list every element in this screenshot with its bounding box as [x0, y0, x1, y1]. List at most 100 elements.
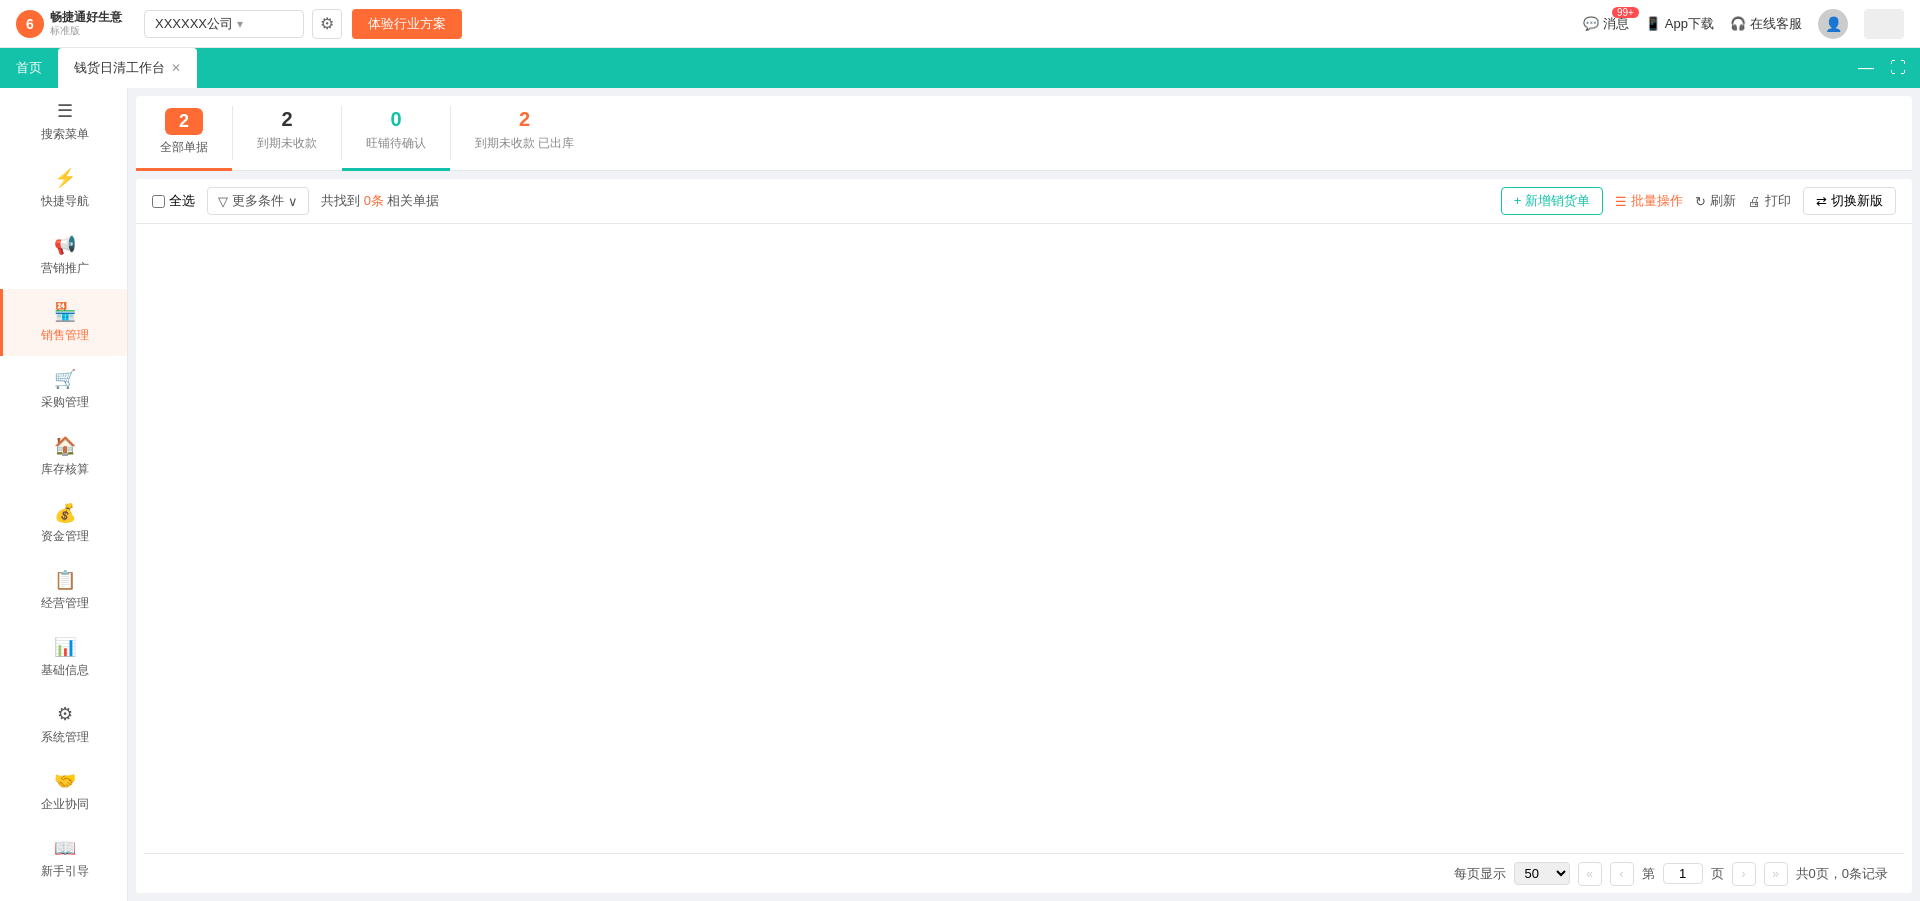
app-download-button[interactable]: 📱 App下载 [1645, 15, 1714, 33]
stat-tab-shipped[interactable]: 2 到期未收款 已出库 [451, 96, 598, 170]
logo-title: 畅捷通好生意 [50, 10, 122, 24]
sidebar-item-sales[interactable]: 🏪 销售管理 [0, 289, 127, 356]
sidebar-item-marketing-label: 营销推广 [41, 260, 89, 277]
select-all-checkbox[interactable]: 全选 [152, 192, 195, 210]
sidebar: ☰ 搜索菜单 ⚡ 快捷导航 📢 营销推广 🏪 销售管理 🛒 采购管理 🏠 库存核… [0, 88, 128, 901]
stat-shipped-num: 2 [475, 108, 574, 131]
sidebar-item-guide[interactable]: 📖 新手引导 [0, 825, 127, 892]
sidebar-item-inventory-label: 库存核算 [41, 461, 89, 478]
tab-home[interactable]: 首页 [0, 48, 58, 88]
batch-label: 批量操作 [1631, 192, 1683, 210]
per-page-select[interactable]: 50 10 20 100 [1514, 862, 1570, 885]
chevron-filter-icon: ∨ [288, 194, 298, 209]
sidebar-item-marketing[interactable]: 📢 营销推广 [0, 222, 127, 289]
batch-icon: ☰ [1615, 194, 1627, 209]
logo-subtitle: 标准版 [50, 25, 122, 37]
select-all-input[interactable] [152, 195, 165, 208]
sidebar-item-inventory[interactable]: 🏠 库存核算 [0, 423, 127, 490]
sidebar-item-operations-label: 经营管理 [41, 595, 89, 612]
sales-icon: 🏪 [54, 301, 76, 323]
sidebar-item-quicknav-label: 快捷导航 [41, 193, 89, 210]
sidebar-item-operations[interactable]: 📋 经营管理 [0, 557, 127, 624]
avatar[interactable]: 👤 [1818, 9, 1848, 39]
company-name: XXXXXX公司 [155, 15, 233, 33]
print-button[interactable]: 🖨 打印 [1748, 192, 1791, 210]
next-page-button[interactable]: › [1732, 862, 1756, 886]
first-page-button[interactable]: « [1578, 862, 1602, 886]
user-extra [1864, 9, 1904, 39]
logo-icon: 6 [16, 10, 44, 38]
experience-button[interactable]: 体验行业方案 [352, 9, 462, 39]
tab-qianghuo[interactable]: 钱货日清工作台 ✕ [58, 48, 197, 88]
found-count: 0条 [364, 193, 384, 208]
online-service-button[interactable]: 🎧 在线客服 [1730, 15, 1802, 33]
more-filter-button[interactable]: ▽ 更多条件 ∨ [207, 187, 309, 215]
new-sales-button[interactable]: + 新增销货单 [1501, 187, 1603, 215]
batch-action-button[interactable]: ☰ 批量操作 [1615, 192, 1683, 210]
tab-minimize-button[interactable]: — [1852, 54, 1880, 82]
refresh-button[interactable]: ↻ 刷新 [1695, 192, 1736, 210]
stats-section: 2 全部单据 2 到期未收款 0 旺铺待确认 [136, 96, 1912, 171]
stat-overdue-label: 到期未收款 [257, 135, 317, 152]
sidebar-item-system-label: 系统管理 [41, 729, 89, 746]
found-text: 共找到 0条 相关单据 [321, 192, 439, 210]
sidebar-item-basic-info-label: 基础信息 [41, 662, 89, 679]
select-all-label: 全选 [169, 192, 195, 210]
main-layout: ☰ 搜索菜单 ⚡ 快捷导航 📢 营销推广 🏪 销售管理 🛒 采购管理 🏠 库存核… [0, 88, 1920, 901]
tab-bar: 首页 钱货日清工作台 ✕ — ⛶ [0, 48, 1920, 88]
last-page-button[interactable]: » [1764, 862, 1788, 886]
search-menu-icon: ☰ [57, 100, 73, 122]
message-icon: 💬 [1583, 16, 1599, 31]
stat-tab-overdue[interactable]: 2 到期未收款 [233, 96, 341, 170]
app-download-label: App下载 [1665, 15, 1714, 33]
toolbar: 全选 ▽ 更多条件 ∨ 共找到 0条 相关单据 + 新增销货单 [136, 179, 1912, 224]
guide-icon: 📖 [54, 837, 76, 859]
per-page-label: 每页显示 [1454, 865, 1506, 883]
sidebar-item-enterprise[interactable]: 🤝 企业协同 [0, 758, 127, 825]
system-icon: ⚙ [57, 703, 73, 725]
tab-qianghuo-label: 钱货日清工作台 [74, 59, 165, 77]
pagination-bar: 每页显示 50 10 20 100 « ‹ 第 页 › » 共0页，0条记录 [144, 853, 1904, 893]
refresh-icon: ↻ [1695, 194, 1706, 209]
prev-page-button[interactable]: ‹ [1610, 862, 1634, 886]
sidebar-item-search-label: 搜索菜单 [41, 126, 89, 143]
tab-home-label: 首页 [16, 59, 42, 77]
quicknav-icon: ⚡ [54, 167, 76, 189]
online-service-label: 在线客服 [1750, 15, 1802, 33]
page-input[interactable] [1663, 863, 1703, 884]
switch-icon: ⇄ [1816, 194, 1827, 209]
message-button[interactable]: 💬 消息 99+ [1583, 15, 1629, 33]
tab-close-icon[interactable]: ✕ [171, 61, 181, 75]
tab-maximize-button[interactable]: ⛶ [1884, 54, 1912, 82]
stat-shipped-label: 到期未收款 已出库 [475, 135, 574, 152]
inventory-icon: 🏠 [54, 435, 76, 457]
sidebar-item-purchase-label: 采购管理 [41, 394, 89, 411]
tab-bar-actions: — ⛶ [1852, 54, 1920, 82]
basic-info-icon: 📊 [54, 636, 76, 658]
refresh-label: 刷新 [1710, 192, 1736, 210]
stat-all-num: 2 [165, 108, 203, 135]
filter-label: 更多条件 [232, 192, 284, 210]
sidebar-item-appstore[interactable]: 📦 应用中心 [0, 892, 127, 901]
stat-tab-wangpu[interactable]: 0 旺铺待确认 [342, 96, 450, 171]
sidebar-item-purchase[interactable]: 🛒 采购管理 [0, 356, 127, 423]
company-selector[interactable]: XXXXXX公司 ▾ [144, 10, 304, 38]
settings-button[interactable]: ⚙ [312, 9, 342, 39]
total-records: 共0页，0条记录 [1796, 865, 1888, 883]
top-header: 6 畅捷通好生意 标准版 XXXXXX公司 ▾ ⚙ 体验行业方案 💬 消息 99… [0, 0, 1920, 48]
stat-wangpu-num: 0 [366, 108, 426, 131]
chevron-down-icon: ▾ [237, 17, 243, 31]
sidebar-item-finance-label: 资金管理 [41, 528, 89, 545]
sidebar-item-search[interactable]: ☰ 搜索菜单 [0, 88, 127, 155]
sidebar-item-basic-info[interactable]: 📊 基础信息 [0, 624, 127, 691]
switch-version-button[interactable]: ⇄ 切换新版 [1803, 187, 1896, 215]
toolbar-right: + 新增销货单 ☰ 批量操作 ↻ 刷新 🖨 打印 [1501, 187, 1896, 215]
content-area: 2 全部单据 2 到期未收款 0 旺铺待确认 [128, 88, 1920, 901]
sidebar-item-finance[interactable]: 💰 资金管理 [0, 490, 127, 557]
stat-wangpu-label: 旺铺待确认 [366, 135, 426, 152]
stat-tab-all[interactable]: 2 全部单据 [136, 96, 232, 171]
sidebar-item-system[interactable]: ⚙ 系统管理 [0, 691, 127, 758]
sidebar-item-quicknav[interactable]: ⚡ 快捷导航 [0, 155, 127, 222]
found-suffix: 相关单据 [387, 193, 439, 208]
print-label: 打印 [1765, 192, 1791, 210]
